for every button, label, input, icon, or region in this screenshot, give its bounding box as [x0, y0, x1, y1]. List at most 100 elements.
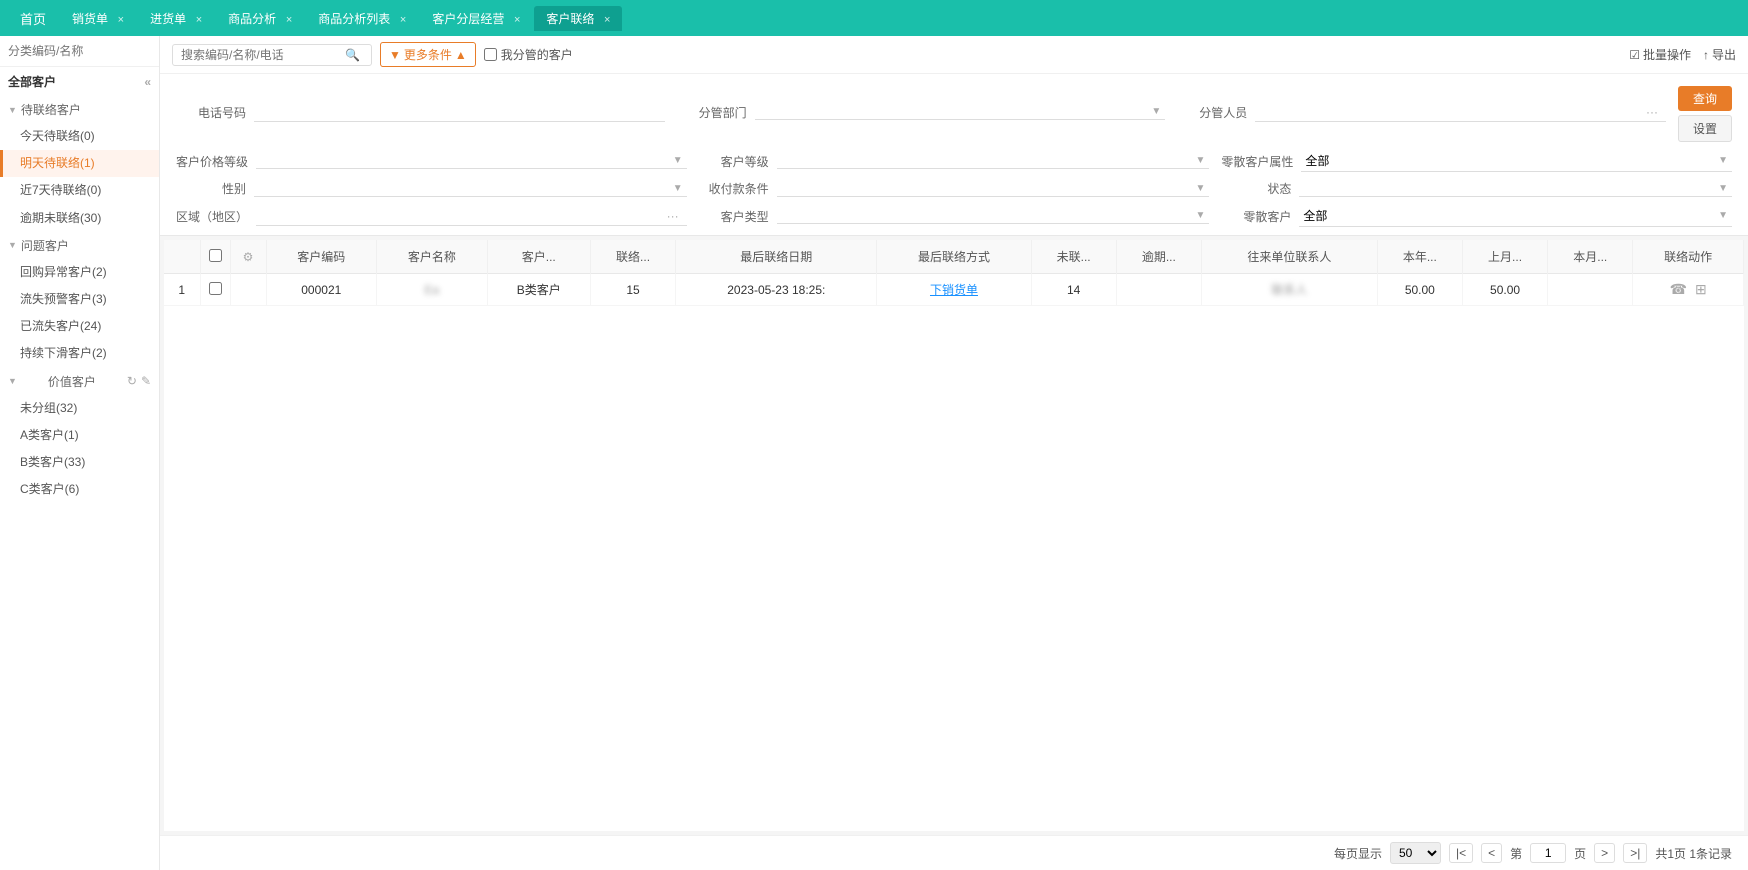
sidebar-search-input[interactable]: [8, 44, 160, 58]
filter-gender-select[interactable]: ▼: [254, 181, 687, 197]
filter-retail-cust-field: 零散客户 全部 ▼: [1221, 205, 1732, 227]
filter-phone-input[interactable]: [254, 103, 665, 122]
nav-customer-contact[interactable]: 客户联络 ×: [534, 6, 622, 31]
filter-cust-type-field: 客户类型 ▼: [699, 208, 1210, 225]
filter-price-chevron: ▼: [673, 155, 683, 166]
sidebar-item-declining[interactable]: 持续下滑客户(2): [0, 340, 159, 367]
my-customers-checkbox-label[interactable]: 我分管的客户: [484, 46, 573, 63]
export-button[interactable]: ↑ 导出: [1703, 46, 1736, 63]
nav-contact-close[interactable]: ×: [604, 14, 610, 26]
filter-chevron-icon: ▲: [455, 48, 467, 62]
next-page-button[interactable]: >: [1594, 843, 1615, 863]
col-header-code: 客户编码: [266, 240, 377, 274]
filter-dept-chevron: ▼: [1151, 106, 1161, 117]
nav-home[interactable]: 首页: [8, 5, 58, 32]
filter-retail-attr-chevron: ▼: [1718, 155, 1728, 166]
sidebar-item-overdue-contact[interactable]: 逾期未联络(30): [0, 205, 159, 232]
sidebar-item-today-contact[interactable]: 今天待联络(0): [0, 123, 159, 150]
sidebar-item-churn-warning[interactable]: 流失预警客户(3): [0, 286, 159, 313]
filter-retail-attr-field: 零散客户属性 全部 ▼: [1221, 150, 1732, 172]
sidebar-problem-group[interactable]: 问题客户: [0, 232, 159, 259]
filter-area-field: 区域（地区） ···: [176, 207, 687, 226]
col-header-this-year: 本年...: [1377, 240, 1462, 274]
nav-sales-order[interactable]: 销货单 ×: [60, 6, 136, 31]
filter-price-level-label: 客户价格等级: [176, 153, 248, 170]
last-page-button[interactable]: >|: [1623, 843, 1647, 863]
select-all-checkbox[interactable]: [209, 249, 222, 262]
filter-retail-attr-label: 零散客户属性: [1221, 153, 1293, 170]
col-header-last-contact-date: 最后联络日期: [676, 240, 877, 274]
sidebar-item-class-a[interactable]: A类客户(1): [0, 422, 159, 449]
settings-button[interactable]: 设置: [1678, 115, 1732, 142]
filter-actions: 查询 设置: [1678, 86, 1732, 142]
filter-price-level-select[interactable]: ▼: [256, 153, 687, 169]
sidebar-collapse-icon[interactable]: «: [144, 75, 151, 89]
sidebar-item-class-b[interactable]: B类客户(33): [0, 449, 159, 476]
filter-gender-label: 性别: [176, 180, 246, 197]
main-layout: 🔍 全部客户 « 待联络客户 今天待联络(0) 明天待联络(1) 近7天待联络(…: [0, 36, 1748, 870]
filter-gender-field: 性别 ▼: [176, 180, 687, 197]
sidebar-all-customers[interactable]: 全部客户 «: [0, 67, 159, 96]
my-customers-checkbox[interactable]: [484, 48, 497, 61]
sidebar-item-churned[interactable]: 已流失客户(24): [0, 313, 159, 340]
cell-contact-count: 15: [590, 274, 675, 306]
nav-customer-tier[interactable]: 客户分层经营 ×: [420, 6, 532, 31]
main-search-input[interactable]: [181, 48, 341, 62]
filter-manager-ellipsis[interactable]: ···: [1642, 105, 1662, 119]
sidebar: 🔍 全部客户 « 待联络客户 今天待联络(0) 明天待联络(1) 近7天待联络(…: [0, 36, 160, 870]
filter-area-select[interactable]: ···: [256, 207, 687, 226]
filter-manager-label: 分管人员: [1177, 104, 1247, 121]
nav-purchase-order[interactable]: 进货单 ×: [138, 6, 214, 31]
more-filter-button[interactable]: ▼ 更多条件 ▲: [380, 42, 476, 67]
filter-retail-cust-select[interactable]: 全部 ▼: [1299, 205, 1732, 227]
filter-area-ellipsis[interactable]: ···: [663, 209, 683, 223]
value-group-refresh-icon[interactable]: ↻: [127, 374, 137, 388]
page-number-input[interactable]: [1530, 843, 1566, 863]
cell-type: B类客户: [487, 274, 590, 306]
nav-purchase-close[interactable]: ×: [196, 14, 202, 26]
filter-status-select[interactable]: ▼: [1299, 181, 1732, 197]
filter-retail-attr-select[interactable]: 全部 ▼: [1301, 150, 1732, 172]
nav-product-analysis[interactable]: 商品分析 ×: [216, 6, 304, 31]
nav-tier-close[interactable]: ×: [514, 14, 520, 26]
main-table-area: ⚙ 客户编码 客户名称 客户... 联络... 最后联络日期 最后联络方式 未联…: [164, 240, 1744, 831]
nav-sales-order-close[interactable]: ×: [118, 14, 124, 26]
filter-cust-type-select[interactable]: ▼: [777, 208, 1210, 224]
filter-payment-field: 收付款条件 ▼: [699, 180, 1210, 197]
first-page-button[interactable]: |<: [1449, 843, 1473, 863]
col-settings-icon[interactable]: ⚙: [243, 250, 254, 264]
filter-retail-cust-label: 零散客户: [1221, 208, 1291, 225]
action-icons-container: ☎ ⊞: [1639, 281, 1737, 298]
query-button[interactable]: 查询: [1678, 86, 1732, 111]
row-checkbox[interactable]: [209, 282, 222, 295]
last-contact-method-link[interactable]: 下销货单: [930, 283, 978, 297]
nav-product-analysis-list[interactable]: 商品分析列表 ×: [306, 6, 418, 31]
col-header-this-month: 本月...: [1548, 240, 1633, 274]
pagination-bar: 每页显示 50 100 200 |< < 第 页 > >| 共1页 1条记录: [160, 835, 1748, 870]
sidebar-value-group[interactable]: 价值客户 ↻ ✎: [0, 368, 159, 395]
nav-product-list-close[interactable]: ×: [400, 14, 406, 26]
cell-action: ☎ ⊞: [1633, 274, 1744, 306]
sidebar-item-tomorrow-contact[interactable]: 明天待联络(1): [0, 150, 159, 177]
sidebar-item-7days-contact[interactable]: 近7天待联络(0): [0, 177, 159, 204]
sidebar-item-repurchase-abnormal[interactable]: 回购异常客户(2): [0, 259, 159, 286]
prev-page-button[interactable]: <: [1481, 843, 1502, 863]
filter-row-3: 性别 ▼ 收付款条件 ▼ 状态: [176, 180, 1732, 197]
table-header-row: ⚙ 客户编码 客户名称 客户... 联络... 最后联络日期 最后联络方式 未联…: [164, 240, 1744, 274]
filter-cust-level-select[interactable]: ▼: [777, 153, 1210, 169]
sidebar-item-ungrouped[interactable]: 未分组(32): [0, 395, 159, 422]
nav-product-analysis-close[interactable]: ×: [286, 14, 292, 26]
action-contact-icon[interactable]: ☎: [1670, 281, 1687, 298]
value-group-edit-icon[interactable]: ✎: [141, 374, 151, 388]
sidebar-item-class-c[interactable]: C类客户(6): [0, 476, 159, 503]
filter-dept-select[interactable]: ▼: [755, 104, 1166, 120]
action-more-icon[interactable]: ⊞: [1695, 281, 1707, 298]
filter-manager-field: 分管人员 ···: [1177, 103, 1666, 122]
filter-payment-select[interactable]: ▼: [777, 181, 1210, 197]
batch-op-button[interactable]: ☑ 批量操作: [1629, 46, 1691, 63]
sidebar-pending-group[interactable]: 待联络客户: [0, 96, 159, 123]
filter-manager-select[interactable]: ···: [1255, 103, 1666, 122]
per-page-select[interactable]: 50 100 200: [1390, 842, 1441, 864]
cell-name: Ea: [377, 274, 488, 306]
main-search-icon[interactable]: 🔍: [345, 48, 360, 62]
